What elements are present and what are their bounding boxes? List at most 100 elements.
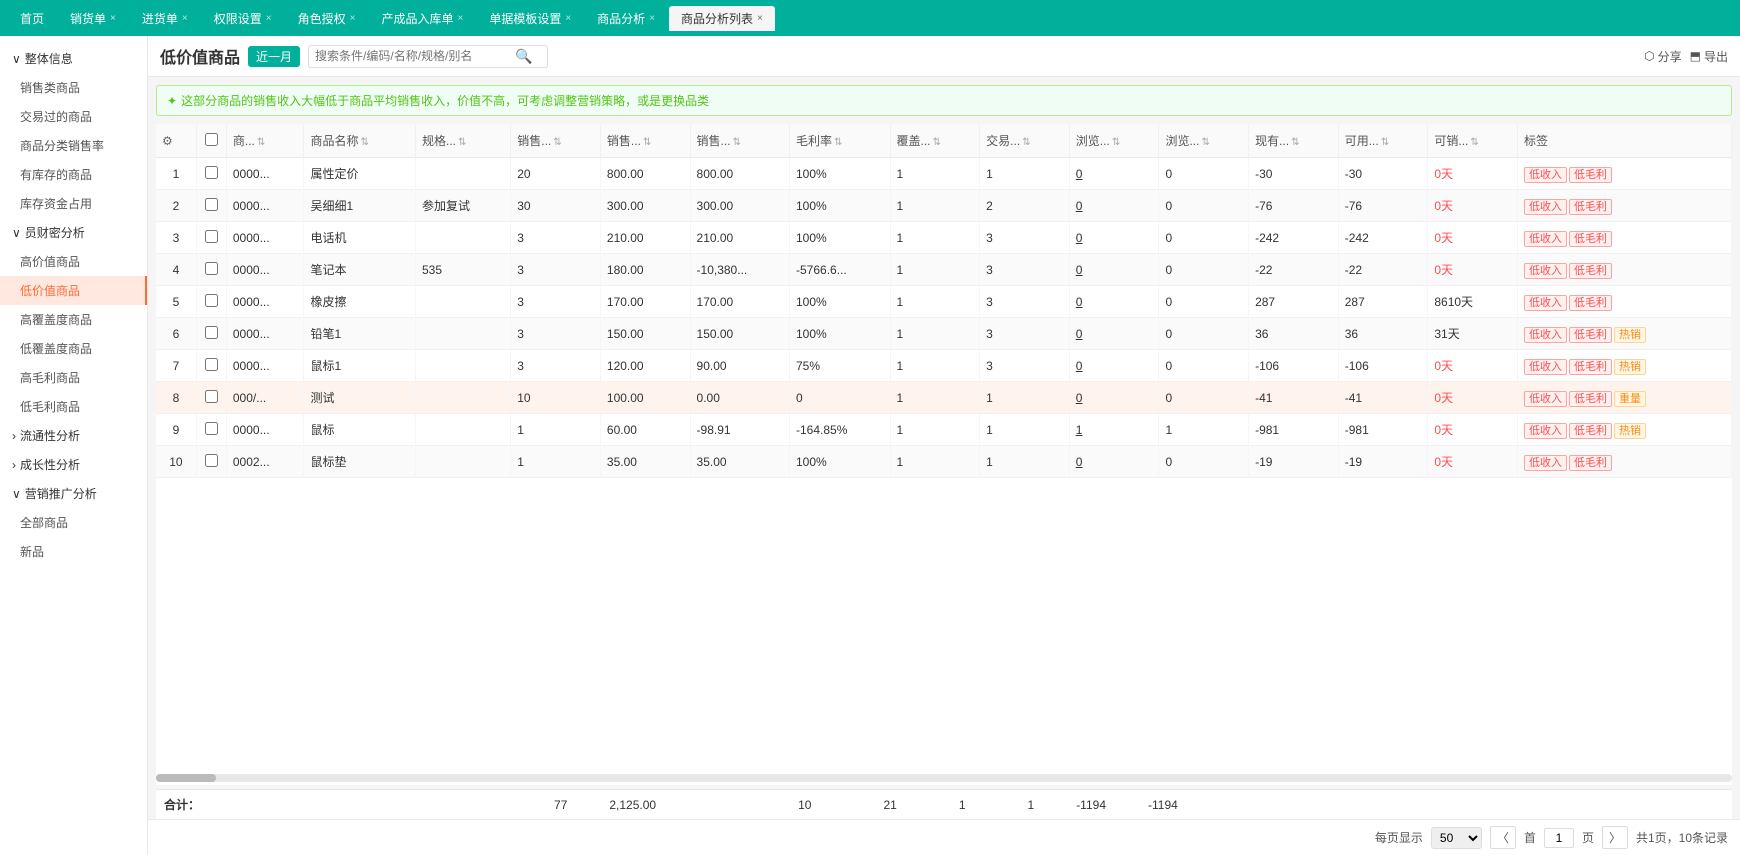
browse1-link[interactable]: 0 (1076, 455, 1083, 469)
nav-template-setting[interactable]: 单据模板设置 × (477, 6, 583, 31)
browse1-link[interactable]: 0 (1076, 327, 1083, 341)
row-avail: -41 (1338, 382, 1428, 414)
th-sales3[interactable]: 销售...⇅ (690, 124, 789, 158)
row-checkbox[interactable] (205, 326, 218, 339)
th-browse1[interactable]: 浏览...⇅ (1069, 124, 1159, 158)
row-sales2: 800.00 (600, 158, 690, 190)
sidebar-item-new-products[interactable]: 新品 (0, 537, 147, 566)
export-button[interactable]: ⬒ 导出 (1690, 48, 1728, 65)
sidebar-group-liquidity[interactable]: › 流通性分析 (0, 421, 147, 450)
sidebar-group-growth[interactable]: › 成长性分析 (0, 450, 147, 479)
th-settings[interactable]: ⚙ (156, 124, 196, 158)
sidebar-group-financial[interactable]: ∨ 员财密分析 (0, 218, 147, 247)
row-checkbox[interactable] (205, 230, 218, 243)
row-browse1[interactable]: 0 (1069, 158, 1159, 190)
footer-stock: -1194 (1070, 798, 1112, 812)
row-checkbox[interactable] (205, 166, 218, 179)
close-icon[interactable]: × (649, 13, 655, 24)
browse1-link[interactable]: 1 (1076, 423, 1083, 437)
row-checkbox[interactable] (205, 262, 218, 275)
close-icon[interactable]: × (565, 13, 571, 24)
sidebar-item-stock-products[interactable]: 有库存的商品 (0, 160, 147, 189)
sidebar-item-low-margin[interactable]: 低毛利商品 (0, 392, 147, 421)
th-stock[interactable]: 现有...⇅ (1249, 124, 1339, 158)
per-page-select[interactable]: 50 100 200 (1431, 827, 1482, 849)
row-browse1[interactable]: 1 (1069, 414, 1159, 446)
first-page-button[interactable]: 〈 (1490, 826, 1516, 849)
share-button[interactable]: ⬡ 分享 (1644, 48, 1682, 65)
search-icon[interactable]: 🔍 (515, 48, 532, 65)
nav-product-analysis[interactable]: 商品分析 × (585, 6, 667, 31)
th-browse2[interactable]: 浏览...⇅ (1159, 124, 1249, 158)
select-all-checkbox[interactable] (205, 133, 218, 146)
nav-product-analysis-list[interactable]: 商品分析列表 × (669, 6, 775, 31)
row-checkbox[interactable] (205, 422, 218, 435)
close-icon[interactable]: × (350, 13, 356, 24)
sidebar-item-high-margin[interactable]: 高毛利商品 (0, 363, 147, 392)
close-icon[interactable]: × (266, 13, 272, 24)
row-browse1[interactable]: 0 (1069, 318, 1159, 350)
sidebar-group-overall[interactable]: ∨ 整体信息 (0, 44, 147, 73)
th-code[interactable]: 商...⇅ (226, 124, 304, 158)
th-gross-rate[interactable]: 毛利率⇅ (790, 124, 891, 158)
browse1-link[interactable]: 0 (1076, 231, 1083, 245)
row-browse1[interactable]: 0 (1069, 190, 1159, 222)
sidebar-item-high-value[interactable]: 高价值商品 (0, 247, 147, 276)
close-icon[interactable]: × (757, 13, 763, 24)
row-number: 1 (156, 158, 196, 190)
th-sales2[interactable]: 销售...⇅ (600, 124, 690, 158)
row-cover: 1 (890, 318, 980, 350)
row-browse1[interactable]: 0 (1069, 254, 1159, 286)
row-checkbox[interactable] (205, 294, 218, 307)
sidebar-item-low-value[interactable]: 低价值商品 (0, 276, 147, 305)
nav-role-auth[interactable]: 角色授权 × (286, 6, 368, 31)
browse1-link[interactable]: 0 (1076, 359, 1083, 373)
row-browse1[interactable]: 0 (1069, 382, 1159, 414)
sidebar-item-category-sales-rate[interactable]: 商品分类销售率 (0, 131, 147, 160)
row-code: 0000... (226, 414, 304, 446)
filter-tag[interactable]: 近一月 (248, 46, 300, 67)
close-icon[interactable]: × (457, 13, 463, 24)
page-number-input[interactable] (1544, 828, 1574, 848)
row-browse1[interactable]: 0 (1069, 350, 1159, 382)
nav-sales-order[interactable]: 销货单 × (58, 6, 128, 31)
sidebar-item-high-coverage[interactable]: 高覆盖度商品 (0, 305, 147, 334)
row-checkbox[interactable] (205, 390, 218, 403)
browse1-link[interactable]: 0 (1076, 167, 1083, 181)
close-icon[interactable]: × (182, 13, 188, 24)
row-checkbox[interactable] (205, 454, 218, 467)
th-trade[interactable]: 交易...⇅ (980, 124, 1070, 158)
next-page-button[interactable]: 〉 (1602, 826, 1628, 849)
th-avail[interactable]: 可用...⇅ (1338, 124, 1428, 158)
browse1-link[interactable]: 0 (1076, 199, 1083, 213)
row-checkbox[interactable] (205, 198, 218, 211)
nav-permission[interactable]: 权限设置 × (202, 6, 284, 31)
row-checkbox[interactable] (205, 358, 218, 371)
horizontal-scrollbar[interactable] (156, 771, 1732, 785)
th-name[interactable]: 商品名称⇅ (304, 124, 416, 158)
sidebar-item-traded-products[interactable]: 交易过的商品 (0, 102, 147, 131)
browse1-link[interactable]: 0 (1076, 295, 1083, 309)
row-browse1[interactable]: 0 (1069, 222, 1159, 254)
nav-product-inbound[interactable]: 产成品入库单 × (369, 6, 475, 31)
row-browse1[interactable]: 0 (1069, 446, 1159, 478)
close-icon[interactable]: × (110, 13, 116, 24)
row-browse1[interactable]: 0 (1069, 286, 1159, 318)
th-sellable[interactable]: 可销...⇅ (1428, 124, 1518, 158)
row-code: 0000... (226, 254, 304, 286)
sidebar-item-stock-capital[interactable]: 库存资金占用 (0, 189, 147, 218)
browse1-link[interactable]: 0 (1076, 391, 1083, 405)
sidebar-item-sales-products[interactable]: 销售类商品 (0, 73, 147, 102)
sidebar-item-all-products[interactable]: 全部商品 (0, 508, 147, 537)
nav-home[interactable]: 首页 (8, 6, 56, 31)
th-spec[interactable]: 规格...⇅ (415, 124, 510, 158)
sidebar-group-marketing[interactable]: ∨ 营销推广分析 (0, 479, 147, 508)
th-cover[interactable]: 覆盖...⇅ (890, 124, 980, 158)
sidebar-item-low-coverage[interactable]: 低覆盖度商品 (0, 334, 147, 363)
info-icon: ✦ (167, 94, 177, 108)
search-input[interactable] (315, 49, 515, 63)
row-name: 鼠标 (304, 414, 416, 446)
browse1-link[interactable]: 0 (1076, 263, 1083, 277)
nav-purchase-order[interactable]: 进货单 × (130, 6, 200, 31)
th-sales1[interactable]: 销售...⇅ (511, 124, 601, 158)
